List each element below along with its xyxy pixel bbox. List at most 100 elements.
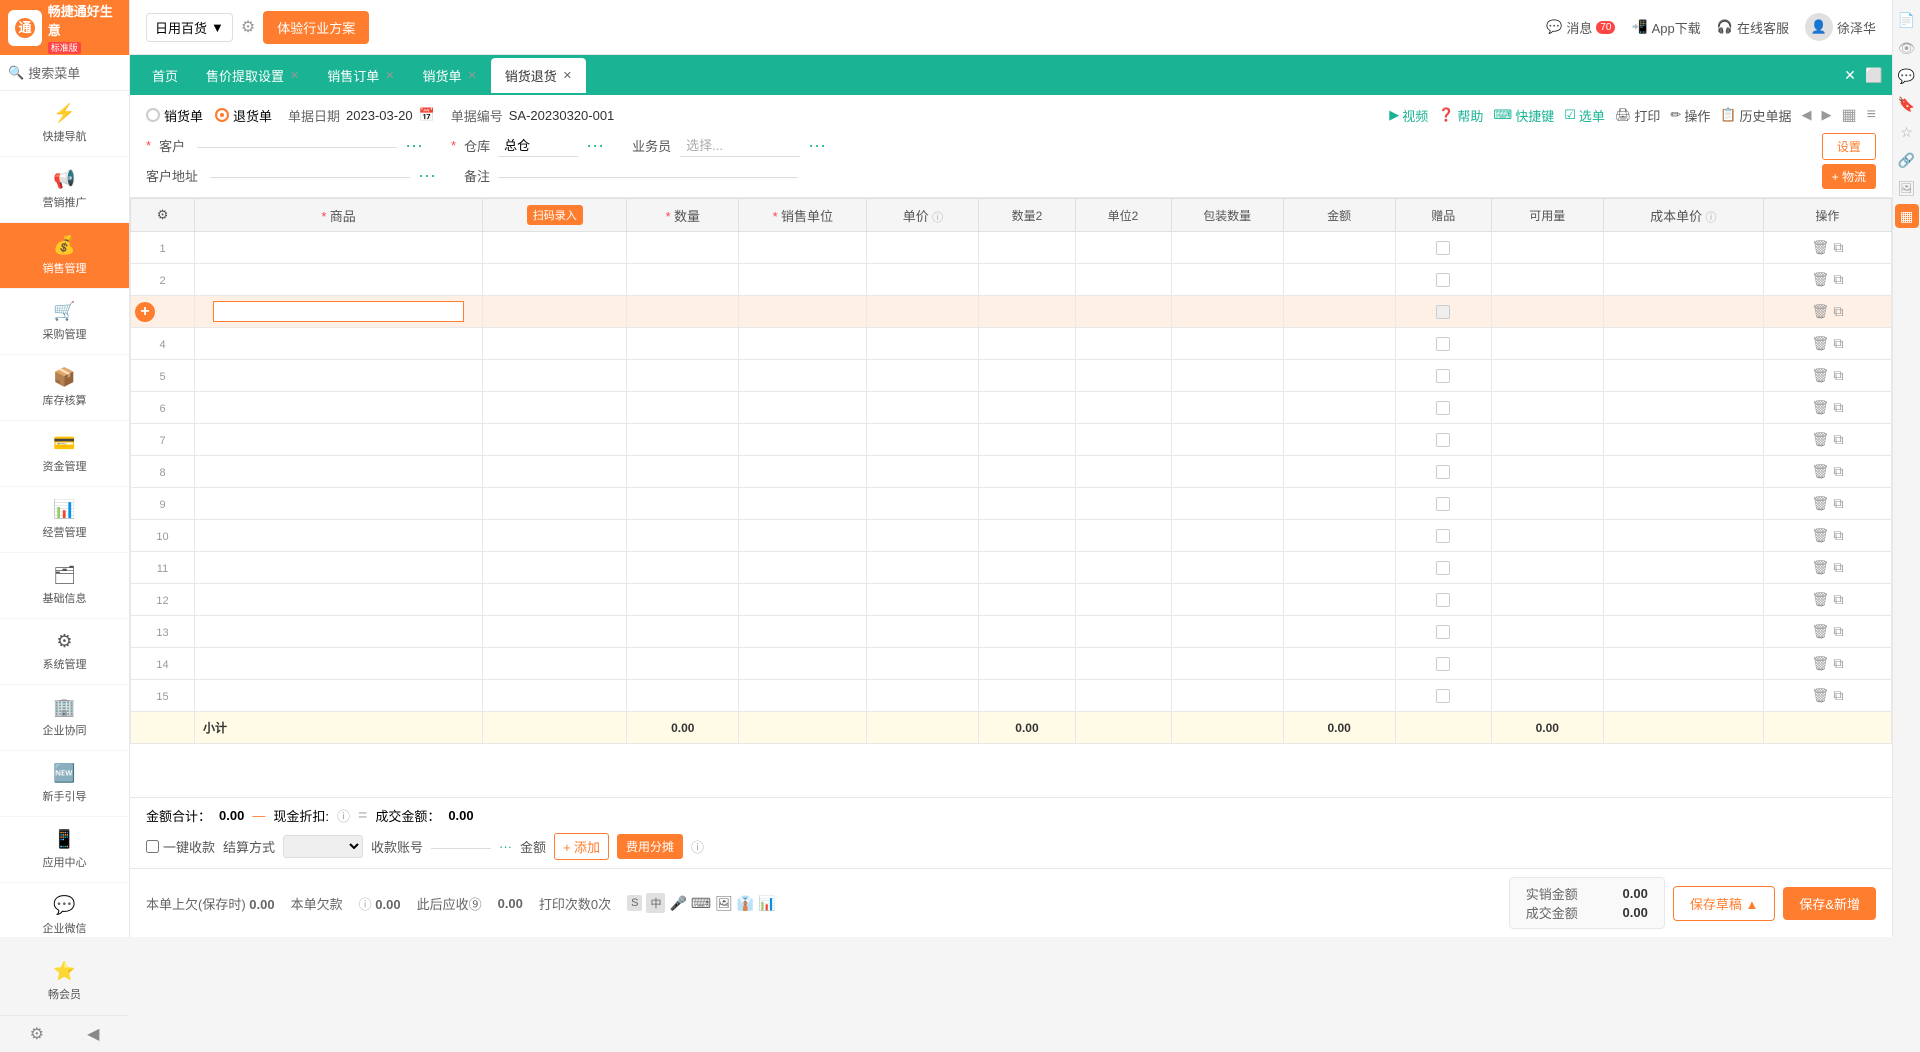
gift-checkbox[interactable]	[1436, 625, 1450, 639]
delete-btn[interactable]: 🗑	[1812, 271, 1830, 288]
settings-side-btn[interactable]: 设置	[1822, 133, 1876, 160]
one-click-pay-label[interactable]: 一键收款	[146, 837, 215, 856]
delete-btn[interactable]: 🗑	[1812, 463, 1830, 480]
save-draft-btn[interactable]: 保存草稿 ▲	[1673, 886, 1776, 921]
price-cell[interactable]	[867, 264, 979, 296]
save-new-btn[interactable]: 保存&新增	[1783, 887, 1876, 920]
unit-cell[interactable]	[739, 296, 867, 328]
delete-btn[interactable]: 🗑	[1812, 591, 1830, 608]
copy-btn[interactable]: ⧉	[1833, 463, 1843, 480]
copy-btn[interactable]: ⧉	[1833, 687, 1843, 704]
gift-checkbox[interactable]	[1436, 561, 1450, 575]
tab-home[interactable]: 首页	[138, 58, 192, 93]
service-btn[interactable]: 🎧 在线客服	[1717, 18, 1789, 37]
gift-checkbox[interactable]	[1436, 657, 1450, 671]
copy-btn[interactable]: ⧉	[1833, 527, 1843, 544]
product-input-active[interactable]	[213, 301, 464, 322]
tab-price-close[interactable]: ✕	[290, 69, 299, 82]
pkg-cell[interactable]	[1171, 296, 1283, 328]
gift-checkbox[interactable]	[1436, 273, 1450, 287]
grid2-btn[interactable]: ≡	[1867, 106, 1876, 124]
copy-btn[interactable]: ⧉	[1833, 239, 1843, 256]
gift-checkbox[interactable]	[1436, 593, 1450, 607]
copy-btn[interactable]: ⧉	[1833, 367, 1843, 384]
col-gear[interactable]: ⚙	[131, 199, 195, 232]
delete-btn[interactable]: 🗑	[1812, 495, 1830, 512]
gift-checkbox[interactable]	[1436, 305, 1450, 319]
prev-btn[interactable]: ◀	[1802, 107, 1812, 123]
remark-input[interactable]	[498, 173, 798, 178]
tool-mic[interactable]: 🎤	[669, 895, 686, 912]
keyboard-btn[interactable]: ⌨ 快捷键	[1493, 106, 1554, 125]
tab-price-setting[interactable]: 售价提取设置 ✕	[192, 58, 313, 93]
delete-btn[interactable]: 🗑	[1812, 559, 1830, 576]
right-panel-bookmark[interactable]: 🔖	[1895, 92, 1919, 116]
help-btn[interactable]: ❓ 帮助	[1438, 106, 1483, 125]
sidebar-item-inventory[interactable]: 📦 库存核算	[0, 355, 129, 421]
video-btn[interactable]: ▶ 视频	[1389, 106, 1428, 125]
tool-shirt[interactable]: 👔	[737, 895, 754, 912]
copy-btn[interactable]: ⧉	[1833, 431, 1843, 448]
sidebar-settings-btn[interactable]: ⚙	[30, 1024, 44, 1044]
right-panel-star[interactable]: ☆	[1895, 120, 1919, 144]
sidebar-collapse-btn[interactable]: ◀	[87, 1024, 99, 1044]
gift-checkbox[interactable]	[1436, 433, 1450, 447]
delete-btn[interactable]: 🗑	[1812, 303, 1830, 320]
address-input[interactable]	[210, 173, 410, 178]
calendar-icon[interactable]: 📅	[419, 107, 435, 123]
app-download-btn[interactable]: 📲 App下载	[1631, 18, 1700, 37]
staff-input[interactable]: 选择...	[680, 133, 800, 157]
account-select[interactable]	[431, 844, 491, 849]
delete-btn[interactable]: 🗑	[1812, 687, 1830, 704]
gift-checkbox[interactable]	[1436, 369, 1450, 383]
copy-btn[interactable]: ⧉	[1833, 559, 1843, 576]
copy-btn[interactable]: ⧉	[1833, 399, 1843, 416]
delete-btn[interactable]: 🗑	[1812, 527, 1830, 544]
history-btn[interactable]: 📋 历史单据	[1720, 106, 1791, 125]
message-btn[interactable]: 💬 消息 70	[1546, 18, 1615, 37]
copy-btn[interactable]: ⧉	[1833, 655, 1843, 672]
sidebar-item-operation[interactable]: 📊 经营管理	[0, 487, 129, 553]
pkg-cell[interactable]	[1171, 232, 1283, 264]
sidebar-item-guide[interactable]: 🆕 新手引导	[0, 751, 129, 817]
unit-cell[interactable]	[739, 264, 867, 296]
qty2-cell[interactable]	[979, 296, 1075, 328]
right-panel-link[interactable]: 🔗	[1895, 148, 1919, 172]
radio-sales[interactable]: 销货单	[146, 106, 203, 125]
copy-btn[interactable]: ⧉	[1833, 591, 1843, 608]
print-btn[interactable]: 🖨 打印	[1615, 106, 1661, 125]
tool-zhong[interactable]: 中	[646, 893, 665, 913]
right-panel-eye[interactable]: 👁	[1895, 36, 1919, 60]
gift-checkbox[interactable]	[1436, 529, 1450, 543]
tab-deliver-close[interactable]: ✕	[468, 69, 477, 82]
sidebar-item-enterprise[interactable]: 🏢 企业协同	[0, 685, 129, 751]
delete-btn[interactable]: 🗑	[1812, 431, 1830, 448]
copy-btn[interactable]: ⧉	[1833, 495, 1843, 512]
scan-btn[interactable]: 扫码录入	[527, 205, 583, 225]
gift-checkbox[interactable]	[1436, 337, 1450, 351]
qty-cell[interactable]	[627, 232, 739, 264]
qty-cell[interactable]	[627, 296, 739, 328]
gift-checkbox[interactable]	[1436, 689, 1450, 703]
tab-sales-return[interactable]: 销货退货 ✕	[491, 58, 586, 93]
industry-dropdown[interactable]: 日用百货 ▼	[146, 13, 233, 42]
right-panel-orange[interactable]: ▦	[1895, 204, 1919, 228]
sidebar-item-member[interactable]: ⭐ 畅会员	[0, 949, 129, 1015]
sidebar-search[interactable]: 🔍 搜索菜单	[0, 55, 129, 91]
customer-dotdot-btn[interactable]: ···	[405, 135, 423, 156]
sidebar-item-marketing[interactable]: 📢 营销推广	[0, 157, 129, 223]
customer-input[interactable]	[197, 143, 397, 148]
copy-btn[interactable]: ⧉	[1833, 623, 1843, 640]
delete-btn[interactable]: 🗑	[1812, 335, 1830, 352]
tab-sales-order[interactable]: 销售订单 ✕	[313, 58, 408, 93]
product-cell[interactable]	[195, 264, 483, 296]
gift-checkbox[interactable]	[1436, 465, 1450, 479]
sidebar-item-quicknav[interactable]: ⚡ 快捷导航	[0, 91, 129, 157]
tool-s[interactable]: S	[627, 895, 642, 911]
tab-sales-deliver[interactable]: 销货单 ✕	[408, 58, 490, 93]
radio-return[interactable]: 退货单	[215, 106, 272, 125]
next-btn[interactable]: ▶	[1822, 107, 1832, 123]
warehouse-dotdot-btn[interactable]: ···	[586, 135, 604, 156]
address-dotdot-btn[interactable]: ···	[418, 165, 436, 186]
price-cell[interactable]	[867, 296, 979, 328]
